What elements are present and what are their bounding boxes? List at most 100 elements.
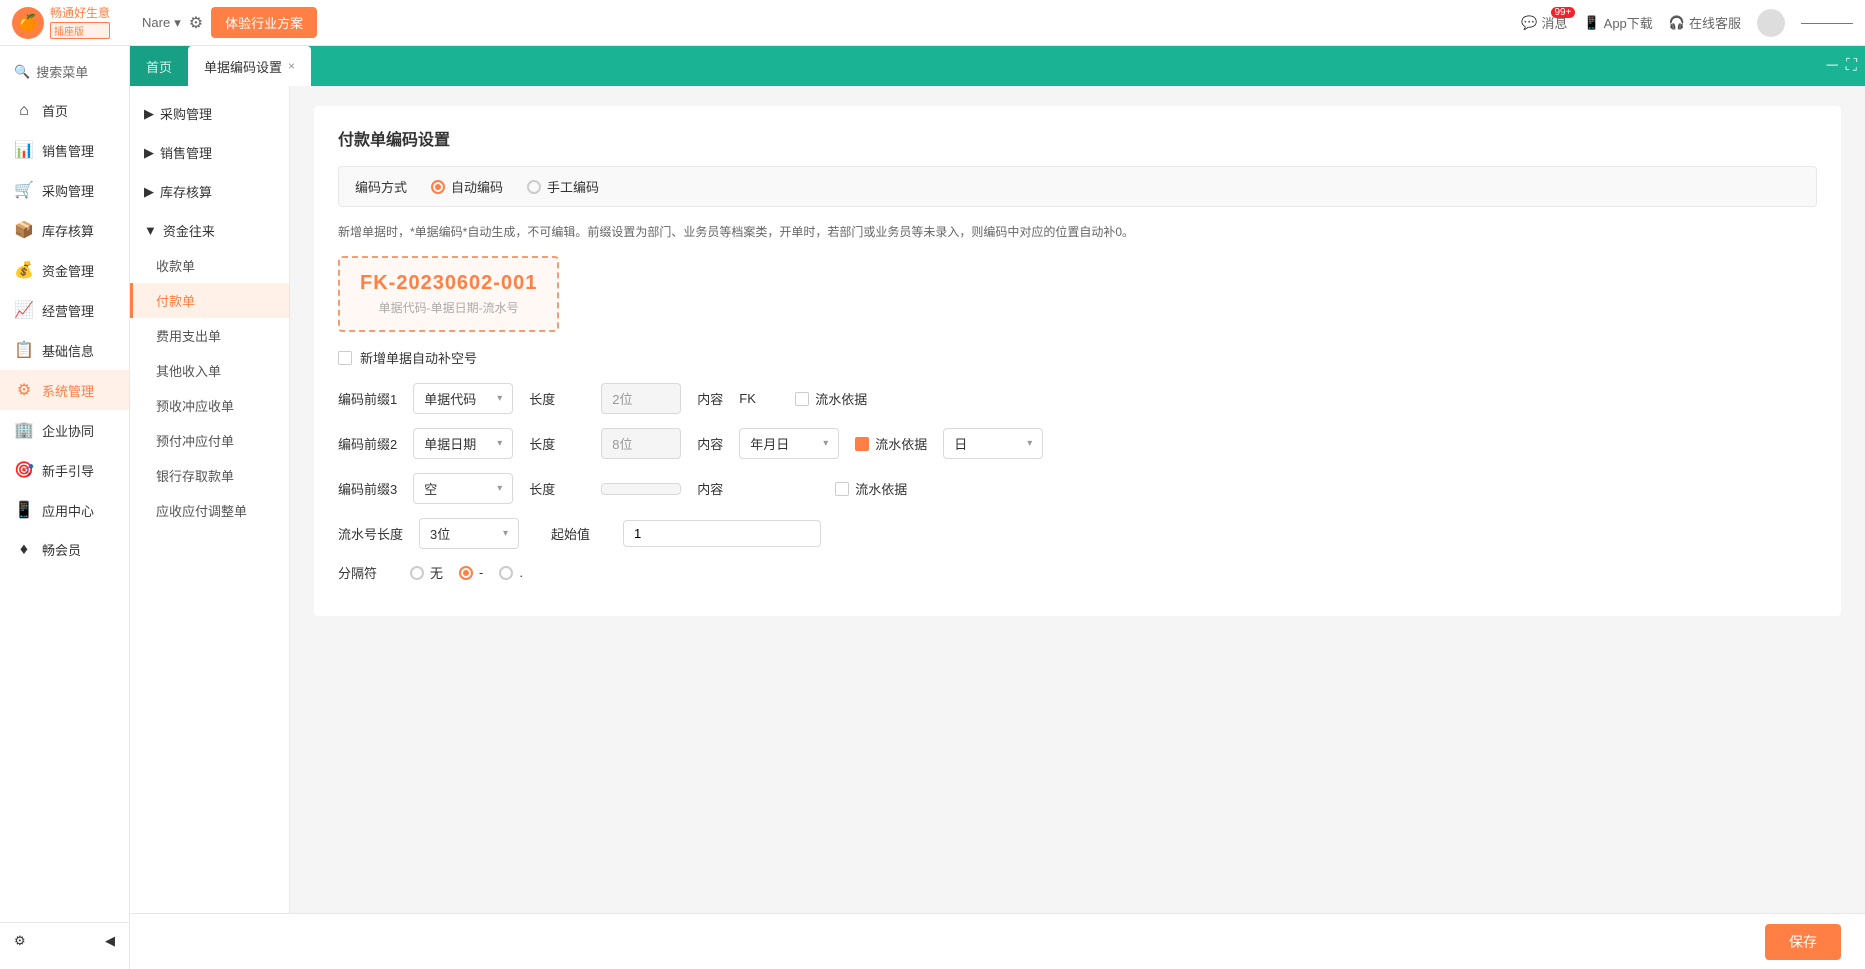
sub-nav-item-payment[interactable]: 付款单 — [130, 283, 289, 318]
serial-checkbox-1[interactable]: 流水依据 — [795, 389, 867, 408]
sub-nav-group-inventory: ▶ 库存核算 — [130, 174, 289, 209]
chevron-right-icon-sales: ▶ — [144, 145, 154, 161]
sub-nav-item-bank[interactable]: 银行存取款单 — [130, 458, 289, 493]
sidebar-label-inventory: 库存核算 — [42, 221, 94, 240]
tab-maximize-icon[interactable]: ⛶ — [1846, 57, 1857, 75]
sidebar-label-apps: 应用中心 — [42, 501, 94, 520]
period-select-2[interactable]: 日 ▾ — [943, 428, 1043, 459]
prefix-3-select[interactable]: 空 ▾ — [413, 473, 513, 504]
sidebar-item-operations[interactable]: 📈 经营管理 — [0, 290, 129, 330]
sidebar-label-guide: 新手引导 — [42, 461, 94, 480]
message-button[interactable]: 💬 消息 99+ — [1521, 13, 1567, 32]
sub-nav-item-advance-receipt[interactable]: 预收冲应收单 — [130, 388, 289, 423]
top-header: 🍊 畅通好生意 插座版 Nare ▾ ⚙ 体验行业方案 💬 消息 99+ 📱 A… — [0, 0, 1865, 46]
manual-code-radio-circle — [527, 180, 541, 194]
auto-code-label: 自动编码 — [451, 177, 503, 196]
auto-fill-row: 新增单据自动补空号 — [338, 348, 1817, 367]
auto-code-radio[interactable]: 自动编码 — [431, 177, 503, 196]
tab-home[interactable]: 首页 — [130, 46, 188, 86]
sidebar-item-vip[interactable]: ♦ 畅会员 — [0, 530, 129, 569]
chevron-down-icon-p2: ▾ — [497, 438, 502, 449]
sidebar-label-basic: 基础信息 — [42, 341, 94, 360]
prefix-row-2: 编码前缀2 单据日期 ▾ 长度 8位 内容 年月日 ▾ — [338, 428, 1817, 459]
sep-none-circle — [410, 566, 424, 580]
length-input-1[interactable]: 2位 — [601, 383, 681, 414]
user-name: ———— — [1801, 15, 1853, 30]
sidebar-item-sales[interactable]: 📊 销售管理 — [0, 130, 129, 170]
length-label-3: 长度 — [529, 479, 585, 498]
operations-icon: 📈 — [14, 300, 34, 320]
page-content: ▶ 采购管理 ▶ 销售管理 ▶ 库存核算 — [130, 86, 1865, 913]
settings-bottom-icon[interactable]: ⚙ — [14, 933, 26, 949]
sub-nav-header-sales[interactable]: ▶ 销售管理 — [130, 135, 289, 170]
serial-checkbox-3[interactable]: 流水依据 — [835, 479, 907, 498]
page-title: 付款单编码设置 — [338, 126, 1817, 150]
sub-nav-group-capital: ▼ 资金往来 收款单 付款单 费用支出单 其他收入单 — [130, 213, 289, 528]
sidebar: 🔍 搜索菜单 ⌂ 首页 📊 销售管理 🛒 采购管理 📦 库存核算 💰 资金管理 … — [0, 46, 130, 969]
tab-document-code[interactable]: 单据编码设置 × — [188, 46, 311, 86]
preview-code: FK-20230602-001 — [360, 272, 537, 295]
length-input-3[interactable] — [601, 483, 681, 495]
tabs-bar: 首页 单据编码设置 × ─ ⛶ — [130, 46, 1865, 86]
tab-close-icon[interactable]: × — [288, 59, 295, 73]
sub-nav-item-advance-payment[interactable]: 预付冲应付单 — [130, 423, 289, 458]
prefix-row-3: 编码前缀3 空 ▾ 长度 内容 流水依据 — [338, 473, 1817, 504]
manual-code-radio[interactable]: 手工编码 — [527, 177, 599, 196]
coding-method-row: 编码方式 自动编码 手工编码 — [338, 166, 1817, 207]
preview-box: FK-20230602-001 单据代码-单据日期-流水号 — [338, 256, 559, 332]
sub-nav-item-other-income[interactable]: 其他收入单 — [130, 353, 289, 388]
prefix-2-select[interactable]: 单据日期 ▾ — [413, 428, 513, 459]
download-icon: 📱 — [1583, 15, 1599, 31]
tab-minimize-icon[interactable]: ─ — [1826, 57, 1837, 75]
serial-length-select[interactable]: 3位 ▾ — [419, 518, 519, 549]
serial-cb-box-1 — [795, 392, 809, 406]
sidebar-item-purchase[interactable]: 🛒 采购管理 — [0, 170, 129, 210]
serial-cb-box-3 — [835, 482, 849, 496]
header-right: 💬 消息 99+ 📱 App下载 🎧 在线客服 ———— — [1521, 9, 1853, 37]
serial-label-1: 流水依据 — [815, 389, 867, 408]
sub-nav-header-capital[interactable]: ▼ 资金往来 — [130, 213, 289, 248]
sep-dot-radio[interactable]: . — [499, 565, 523, 580]
sep-none-radio[interactable]: 无 — [410, 563, 443, 582]
sub-nav-item-expense[interactable]: 费用支出单 — [130, 318, 289, 353]
prefix-label-2: 编码前缀2 — [338, 434, 397, 453]
bottom-bar: 保存 — [130, 913, 1865, 969]
prefix-2-select-value: 单据日期 — [424, 434, 476, 453]
search-menu[interactable]: 🔍 搜索菜单 — [0, 56, 129, 87]
sidebar-item-basic[interactable]: 📋 基础信息 — [0, 330, 129, 370]
save-button[interactable]: 保存 — [1765, 924, 1841, 960]
chevron-down-icon-period: ▾ — [1027, 438, 1032, 449]
sidebar-item-home[interactable]: ⌂ 首页 — [0, 91, 129, 130]
nav-dropdown[interactable]: Nare ▾ — [142, 15, 181, 31]
sep-none-label: 无 — [430, 563, 443, 582]
sep-dash-radio[interactable]: - — [459, 565, 483, 580]
enterprise-icon: 🏢 — [14, 420, 34, 440]
collapse-icon[interactable]: ◀ — [105, 933, 115, 949]
user-avatar[interactable] — [1757, 9, 1785, 37]
sub-nav-header-inventory[interactable]: ▶ 库存核算 — [130, 174, 289, 209]
vip-icon: ♦ — [14, 541, 34, 559]
sidebar-item-inventory[interactable]: 📦 库存核算 — [0, 210, 129, 250]
content-select-2[interactable]: 年月日 ▾ — [739, 428, 839, 459]
chevron-right-icon-inv: ▶ — [144, 184, 154, 200]
app-download-button[interactable]: 📱 App下载 — [1583, 13, 1652, 32]
online-service-button[interactable]: 🎧 在线客服 — [1669, 13, 1741, 32]
length-input-2[interactable]: 8位 — [601, 428, 681, 459]
settings-icon[interactable]: ⚙ — [189, 13, 203, 33]
sidebar-item-finance[interactable]: 💰 资金管理 — [0, 250, 129, 290]
sidebar-item-enterprise[interactable]: 🏢 企业协同 — [0, 410, 129, 450]
online-service-label: 在线客服 — [1689, 13, 1741, 32]
start-value-input[interactable] — [623, 520, 821, 547]
prefix-1-select[interactable]: 单据代码 ▾ — [413, 383, 513, 414]
serial-length-value: 3位 — [430, 524, 450, 543]
sidebar-item-apps[interactable]: 📱 应用中心 — [0, 490, 129, 530]
sidebar-item-system[interactable]: ⚙ 系统管理 — [0, 370, 129, 410]
serial-checkbox-2[interactable]: 流水依据 — [855, 434, 927, 453]
experience-button[interactable]: 体验行业方案 — [211, 7, 317, 38]
sidebar-item-guide[interactable]: 🎯 新手引导 — [0, 450, 129, 490]
sub-nav-header-purchase[interactable]: ▶ 采购管理 — [130, 96, 289, 131]
sub-nav-item-receipt[interactable]: 收款单 — [130, 248, 289, 283]
sidebar-label-finance: 资金管理 — [42, 261, 94, 280]
sub-nav-item-adjustment[interactable]: 应收应付调整单 — [130, 493, 289, 528]
auto-fill-checkbox[interactable] — [338, 351, 352, 365]
